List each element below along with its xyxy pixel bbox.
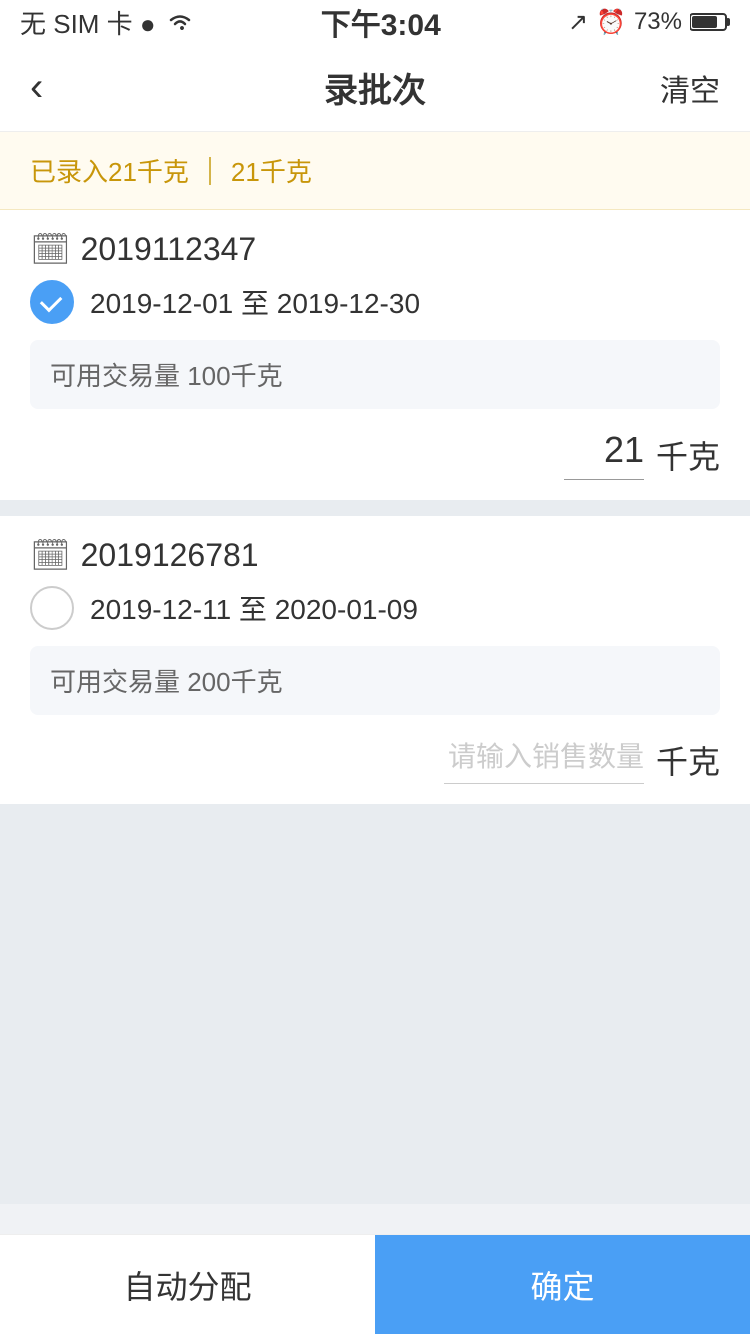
location-icon: ↗ [568, 8, 588, 37]
batch-icon-1: 🗓 [30, 230, 71, 268]
empty-area [0, 804, 750, 1204]
confirm-button[interactable]: 确定 [375, 1235, 750, 1334]
batch-id-2: 2019126781 [81, 537, 259, 574]
batch-date-1: 2019-12-01 至 2019-12-30 [90, 282, 420, 322]
quantity-row-1: 21 千克 [0, 409, 750, 500]
nav-bar: ‹ 录批次 清空 [0, 44, 750, 132]
status-left: 无 SIM 卡 ● [20, 4, 194, 41]
batch-available-1: 可用交易量 100千克 [30, 340, 720, 409]
info-banner: 已录入21千克 21千克 [0, 132, 750, 210]
no-sim-text: 无 SIM 卡 ● [20, 4, 156, 41]
page-title: 录批次 [324, 63, 426, 112]
section-divider [0, 500, 750, 516]
banner-divider [209, 157, 211, 185]
batch-radio-1[interactable] [30, 280, 74, 324]
wifi-icon [166, 12, 194, 32]
batch-header-2: 🗓 2019126781 [30, 536, 720, 574]
quantity-placeholder-row-2: 请输入销售数量 千克 [0, 715, 750, 804]
batch-date-row-2: 2019-12-11 至 2020-01-09 [30, 586, 720, 630]
clear-button[interactable]: 清空 [660, 66, 720, 110]
alarm-icon: ⏰ [596, 8, 626, 37]
batch-id-1: 2019112347 [81, 231, 257, 268]
battery-text: 73% [634, 8, 682, 36]
battery-icon [690, 12, 730, 32]
quantity-unit-1: 千克 [656, 432, 720, 478]
auto-distribute-button[interactable]: 自动分配 [0, 1235, 375, 1334]
batch-radio-2[interactable] [30, 586, 74, 630]
quantity-input-wrapper-1: 21 [564, 429, 644, 480]
back-button[interactable]: ‹ [30, 65, 90, 110]
batch-item-1: 🗓 2019112347 2019-12-01 至 2019-12-30 可用交… [0, 210, 750, 409]
status-bar: 无 SIM 卡 ● 下午3:04 ↗ ⏰ 73% [0, 0, 750, 44]
recorded-amount-value: 21千克 [231, 152, 312, 189]
batch-header-1: 🗓 2019112347 [30, 230, 720, 268]
batch-item-2: 🗓 2019126781 2019-12-11 至 2020-01-09 可用交… [0, 516, 750, 715]
quantity-unit-2: 千克 [656, 737, 720, 783]
status-time: 下午3:04 [321, 0, 441, 44]
status-right: ↗ ⏰ 73% [568, 8, 730, 37]
quantity-input-2[interactable]: 请输入销售数量 [444, 735, 644, 784]
bottom-bar: 自动分配 确定 [0, 1234, 750, 1334]
quantity-value-1[interactable]: 21 [564, 429, 644, 480]
batch-date-2: 2019-12-11 至 2020-01-09 [90, 588, 418, 628]
batch-icon-2: 🗓 [30, 536, 71, 574]
recorded-amount-label: 已录入21千克 [30, 152, 189, 189]
batch-available-2: 可用交易量 200千克 [30, 646, 720, 715]
batch-date-row-1: 2019-12-01 至 2019-12-30 [30, 280, 720, 324]
